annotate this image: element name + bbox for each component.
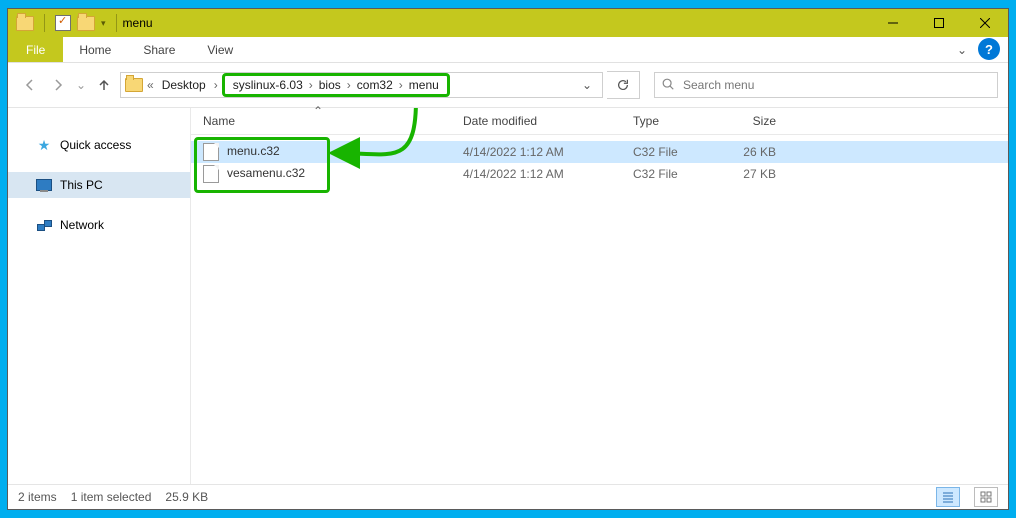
column-header-type[interactable]: Type xyxy=(621,114,716,128)
file-icon xyxy=(203,143,219,161)
file-row[interactable]: menu.c32 4/14/2022 1:12 AM C32 File 26 K… xyxy=(191,141,1008,163)
nav-row: ⌄ « Desktop › syslinux-6.03 › bios › com… xyxy=(8,63,1008,108)
tab-share[interactable]: Share xyxy=(127,37,191,62)
view-large-icons-button[interactable] xyxy=(974,487,998,507)
file-type: C32 File xyxy=(621,145,716,159)
overflow-chevron-icon[interactable]: « xyxy=(145,78,156,92)
window-title: menu xyxy=(123,16,153,30)
ribbon-expand-icon[interactable]: ⌄ xyxy=(950,37,974,62)
search-icon xyxy=(661,77,675,94)
window-controls xyxy=(870,9,1008,37)
title-bar: ▾ menu xyxy=(8,9,1008,37)
ribbon: File Home Share View ⌄ ? xyxy=(8,37,1008,63)
monitor-icon xyxy=(36,177,52,193)
file-name: vesamenu.c32 xyxy=(227,166,305,180)
annotation-breadcrumb-highlight: syslinux-6.03 › bios › com32 › menu xyxy=(222,73,450,97)
address-dropdown-icon[interactable]: ⌄ xyxy=(576,78,598,92)
properties-icon[interactable] xyxy=(55,15,71,31)
status-selection-size: 25.9 KB xyxy=(165,490,208,504)
sidebar-item-label: Network xyxy=(60,218,104,232)
new-folder-icon[interactable] xyxy=(77,16,95,31)
sidebar-item-quick-access[interactable]: ★ Quick access xyxy=(8,132,190,158)
view-details-button[interactable] xyxy=(936,487,960,507)
folder-icon[interactable] xyxy=(16,16,34,31)
breadcrumb-item[interactable]: menu xyxy=(405,78,443,92)
sort-indicator-icon: ⌃ xyxy=(313,104,323,118)
recent-locations-button[interactable]: ⌄ xyxy=(74,73,88,97)
breadcrumb-desktop[interactable]: Desktop xyxy=(158,78,210,92)
sidebar-item-label: This PC xyxy=(60,178,103,192)
explorer-window: ▾ menu File Home Share View ⌄ ? ⌄ xyxy=(7,8,1009,510)
refresh-button[interactable] xyxy=(607,71,640,99)
separator xyxy=(116,14,117,32)
chevron-right-icon[interactable]: › xyxy=(397,78,405,92)
file-tab[interactable]: File xyxy=(8,37,63,62)
separator xyxy=(44,14,45,32)
chevron-right-icon[interactable]: › xyxy=(345,78,353,92)
file-date: 4/14/2022 1:12 AM xyxy=(451,167,621,181)
back-button[interactable] xyxy=(18,73,42,97)
file-row[interactable]: vesamenu.c32 4/14/2022 1:12 AM C32 File … xyxy=(191,163,1008,185)
file-icon xyxy=(203,165,219,183)
chevron-right-icon[interactable]: › xyxy=(212,78,220,92)
help-icon[interactable]: ? xyxy=(978,38,1000,60)
status-item-count: 2 items xyxy=(18,490,57,504)
minimize-button[interactable] xyxy=(870,9,916,37)
sidebar-item-this-pc[interactable]: This PC xyxy=(8,172,190,198)
file-size: 27 KB xyxy=(716,167,786,181)
maximize-button[interactable] xyxy=(916,9,962,37)
quick-access-toolbar: ▾ xyxy=(8,14,121,32)
chevron-right-icon[interactable]: › xyxy=(307,78,315,92)
tab-home[interactable]: Home xyxy=(63,37,127,62)
sidebar-item-label: Quick access xyxy=(60,138,131,152)
body: ★ Quick access This PC Network ⌃ Name Da… xyxy=(8,108,1008,484)
status-selection-count: 1 item selected xyxy=(71,490,152,504)
column-header-date[interactable]: Date modified xyxy=(451,114,621,128)
address-bar[interactable]: « Desktop › syslinux-6.03 › bios › com32… xyxy=(120,72,603,98)
breadcrumb-item[interactable]: com32 xyxy=(353,78,397,92)
search-box[interactable]: Search menu xyxy=(654,72,998,98)
close-button[interactable] xyxy=(962,9,1008,37)
tab-view[interactable]: View xyxy=(191,37,249,62)
window-title-text: menu xyxy=(123,16,153,30)
file-date: 4/14/2022 1:12 AM xyxy=(451,145,621,159)
search-placeholder: Search menu xyxy=(683,78,754,92)
navigation-pane: ★ Quick access This PC Network xyxy=(8,108,191,484)
up-button[interactable] xyxy=(92,73,116,97)
file-name: menu.c32 xyxy=(227,144,280,158)
breadcrumb-item[interactable]: bios xyxy=(315,78,345,92)
network-icon xyxy=(36,217,52,233)
forward-button[interactable] xyxy=(46,73,70,97)
file-size: 26 KB xyxy=(716,145,786,159)
qat-customize-icon[interactable]: ▾ xyxy=(101,18,106,29)
column-headers: ⌃ Name Date modified Type Size xyxy=(191,108,1008,135)
star-icon: ★ xyxy=(36,137,52,153)
breadcrumb-item[interactable]: syslinux-6.03 xyxy=(229,78,307,92)
file-list-area: ⌃ Name Date modified Type Size menu.c32 … xyxy=(191,108,1008,484)
status-bar: 2 items 1 item selected 25.9 KB xyxy=(8,484,1008,509)
file-type: C32 File xyxy=(621,167,716,181)
column-header-size[interactable]: Size xyxy=(716,114,786,128)
file-rows: menu.c32 4/14/2022 1:12 AM C32 File 26 K… xyxy=(191,135,1008,185)
folder-icon xyxy=(125,78,143,92)
sidebar-item-network[interactable]: Network xyxy=(8,212,190,238)
